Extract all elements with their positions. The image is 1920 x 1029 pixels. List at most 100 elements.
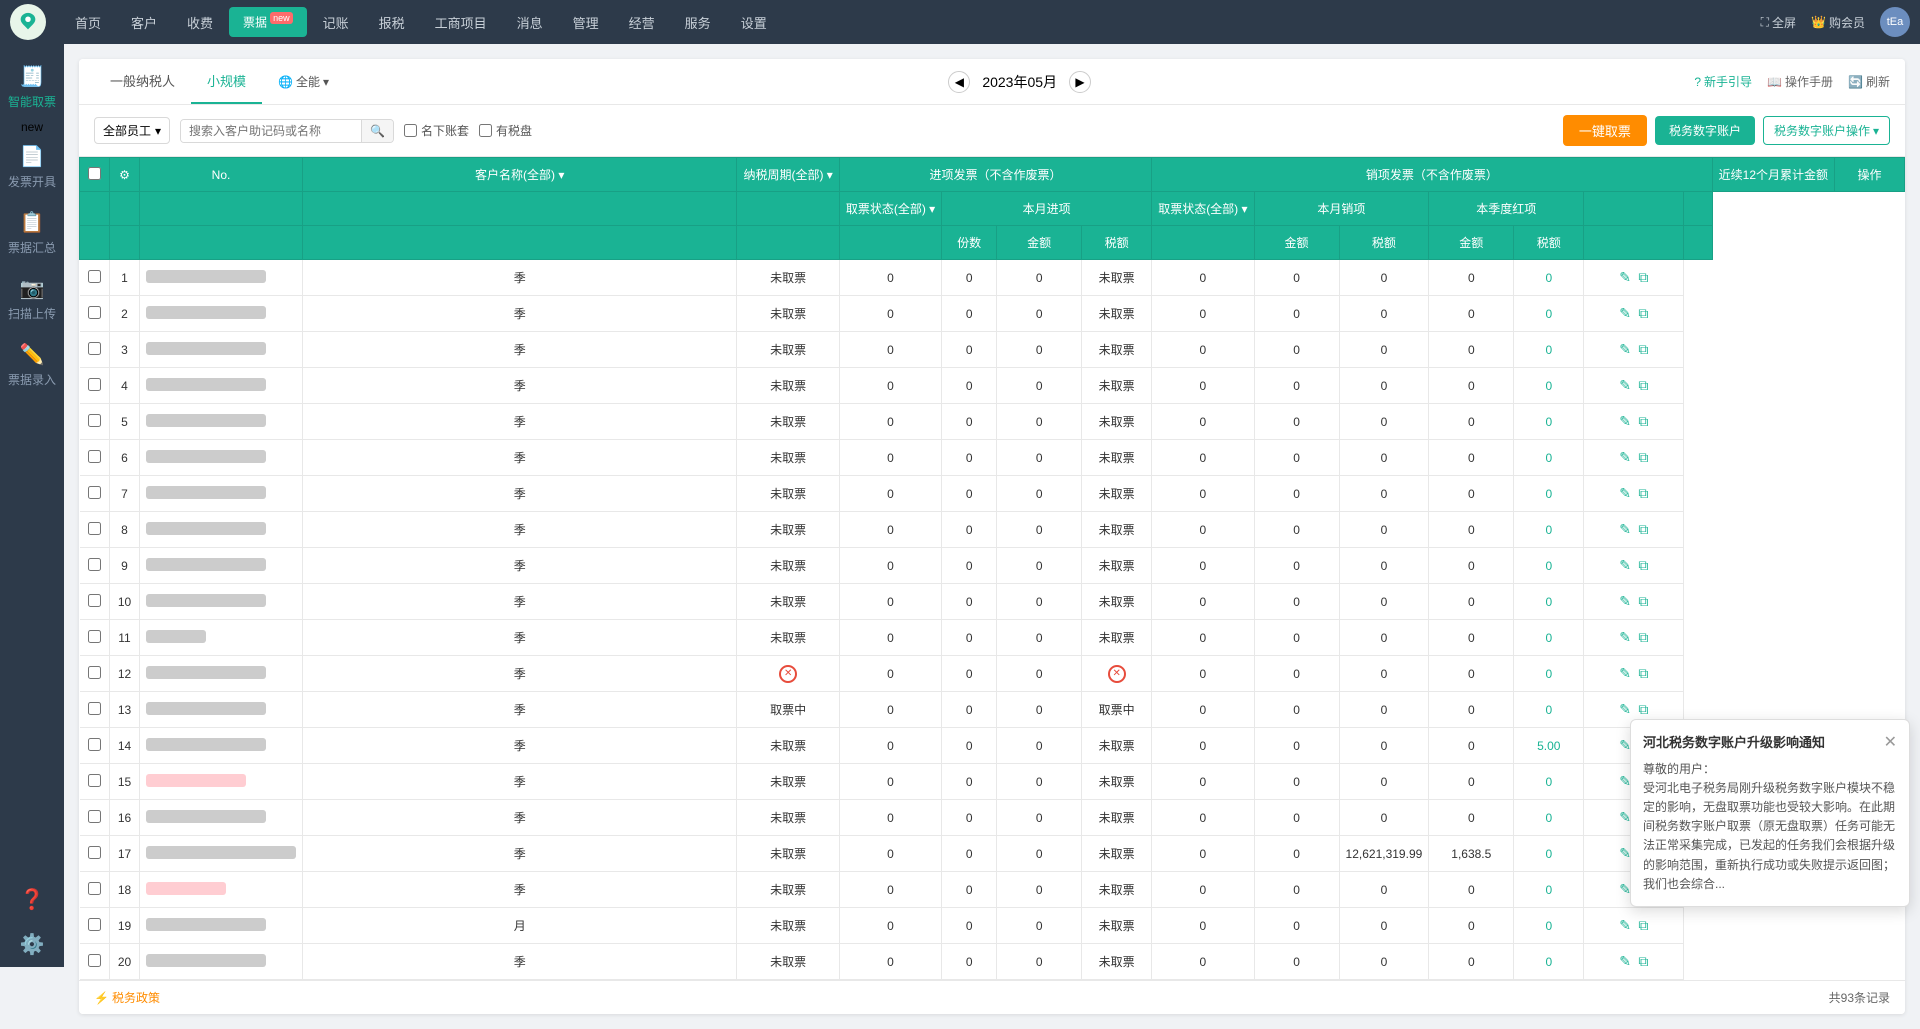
edit-btn[interactable]: ✎ bbox=[1617, 303, 1633, 324]
row-checkbox-cell[interactable] bbox=[80, 332, 110, 368]
nav-item-tax[interactable]: 报税 bbox=[365, 7, 419, 38]
tax-disk-checkbox[interactable] bbox=[479, 124, 492, 137]
copy-btn[interactable]: ⧉ bbox=[1636, 447, 1650, 468]
copy-btn[interactable]: ⧉ bbox=[1636, 699, 1650, 720]
employee-filter[interactable]: 全部员工 ▾ bbox=[94, 117, 170, 144]
copy-btn[interactable]: ⧉ bbox=[1636, 555, 1650, 576]
row-checkbox-cell[interactable] bbox=[80, 872, 110, 908]
row-ops-cell[interactable]: ✎ ⧉ bbox=[1584, 944, 1684, 980]
row-checkbox[interactable] bbox=[88, 558, 101, 571]
row-checkbox-cell[interactable] bbox=[80, 944, 110, 980]
tax-digital-ops-btn[interactable]: 税务数字账户操作 ▾ bbox=[1763, 116, 1890, 145]
row-checkbox[interactable] bbox=[88, 738, 101, 751]
row-checkbox[interactable] bbox=[88, 450, 101, 463]
row-ops-cell[interactable]: ✎ ⧉ bbox=[1584, 368, 1684, 404]
row-checkbox[interactable] bbox=[88, 486, 101, 499]
new-guide-link[interactable]: ? 新手引导 bbox=[1694, 73, 1752, 90]
row-checkbox-cell[interactable] bbox=[80, 620, 110, 656]
nav-item-ticket[interactable]: 票据new bbox=[229, 7, 307, 36]
sidebar-item-gear[interactable]: ⚙️ bbox=[0, 922, 64, 967]
copy-btn[interactable]: ⧉ bbox=[1636, 375, 1650, 396]
sidebar-item-ticket-summary[interactable]: 📋 票据汇总 bbox=[0, 200, 64, 266]
row-checkbox[interactable] bbox=[88, 378, 101, 391]
row-checkbox-cell[interactable] bbox=[80, 728, 110, 764]
copy-btn[interactable]: ⧉ bbox=[1636, 591, 1650, 612]
sidebar-item-smart-ticket[interactable]: 🧾 智能取票 bbox=[0, 54, 64, 120]
subledger-checkbox-label[interactable]: 名下账套 bbox=[404, 122, 469, 139]
sidebar-item-invoice-issue[interactable]: 📄 发票开具 bbox=[0, 134, 64, 200]
edit-btn[interactable]: ✎ bbox=[1617, 519, 1633, 540]
fullscreen-btn[interactable]: ⛶ 全屏 bbox=[1761, 14, 1796, 31]
tax-policy-link[interactable]: ⚡ 税务政策 bbox=[94, 989, 160, 1006]
th-take-status-out[interactable]: 取票状态(全部) ▾ bbox=[1152, 192, 1254, 226]
row-checkbox[interactable] bbox=[88, 342, 101, 355]
row-ops-cell[interactable]: ✎ ⧉ bbox=[1584, 404, 1684, 440]
nav-item-message[interactable]: 消息 bbox=[503, 7, 557, 38]
edit-btn[interactable]: ✎ bbox=[1617, 951, 1633, 972]
row-checkbox-cell[interactable] bbox=[80, 584, 110, 620]
row-ops-cell[interactable]: ✎ ⧉ bbox=[1584, 512, 1684, 548]
next-period-btn[interactable]: ▶ bbox=[1069, 71, 1091, 93]
tab-all[interactable]: 🌐 全能 ▾ bbox=[262, 61, 345, 102]
popup-close-btn[interactable]: ✕ bbox=[1884, 732, 1897, 752]
manual-link[interactable]: 📖 操作手册 bbox=[1767, 73, 1833, 90]
row-checkbox[interactable] bbox=[88, 306, 101, 319]
row-checkbox[interactable] bbox=[88, 810, 101, 823]
row-checkbox[interactable] bbox=[88, 954, 101, 967]
th-settings[interactable]: ⚙ bbox=[110, 158, 140, 192]
prev-period-btn[interactable]: ◀ bbox=[948, 71, 970, 93]
edit-btn[interactable]: ✎ bbox=[1617, 483, 1633, 504]
tax-disk-checkbox-label[interactable]: 有税盘 bbox=[479, 122, 532, 139]
nav-item-settings[interactable]: 设置 bbox=[727, 7, 781, 38]
row-checkbox-cell[interactable] bbox=[80, 800, 110, 836]
row-checkbox[interactable] bbox=[88, 594, 101, 607]
row-ops-cell[interactable]: ✎ ⧉ bbox=[1584, 908, 1684, 944]
tax-digital-btn[interactable]: 税务数字账户 bbox=[1655, 116, 1755, 145]
row-checkbox-cell[interactable] bbox=[80, 440, 110, 476]
row-checkbox[interactable] bbox=[88, 630, 101, 643]
copy-btn[interactable]: ⧉ bbox=[1636, 339, 1650, 360]
edit-btn[interactable]: ✎ bbox=[1617, 591, 1633, 612]
edit-btn[interactable]: ✎ bbox=[1617, 375, 1633, 396]
edit-btn[interactable]: ✎ bbox=[1617, 411, 1633, 432]
row-checkbox[interactable] bbox=[88, 882, 101, 895]
row-ops-cell[interactable]: ✎ ⧉ bbox=[1584, 440, 1684, 476]
nav-item-fee[interactable]: 收费 bbox=[173, 7, 227, 38]
avatar[interactable]: tEa bbox=[1880, 7, 1910, 37]
th-tax-period[interactable]: 纳税周期(全部) ▾ bbox=[737, 158, 839, 192]
row-checkbox[interactable] bbox=[88, 522, 101, 535]
row-checkbox-cell[interactable] bbox=[80, 512, 110, 548]
row-checkbox-cell[interactable] bbox=[80, 908, 110, 944]
row-checkbox[interactable] bbox=[88, 846, 101, 859]
subledger-checkbox[interactable] bbox=[404, 124, 417, 137]
th-client-name[interactable]: 客户名称(全部) ▾ bbox=[303, 158, 737, 192]
row-checkbox-cell[interactable] bbox=[80, 548, 110, 584]
edit-btn[interactable]: ✎ bbox=[1617, 447, 1633, 468]
row-checkbox-cell[interactable] bbox=[80, 476, 110, 512]
search-input[interactable] bbox=[181, 120, 361, 142]
edit-btn[interactable]: ✎ bbox=[1617, 555, 1633, 576]
row-checkbox[interactable] bbox=[88, 414, 101, 427]
row-ops-cell[interactable]: ✎ ⧉ bbox=[1584, 656, 1684, 692]
copy-btn[interactable]: ⧉ bbox=[1636, 915, 1650, 936]
row-ops-cell[interactable]: ✎ ⧉ bbox=[1584, 620, 1684, 656]
nav-item-manage[interactable]: 管理 bbox=[559, 7, 613, 38]
th-take-status-in[interactable]: 取票状态(全部) ▾ bbox=[839, 192, 941, 226]
row-checkbox-cell[interactable] bbox=[80, 296, 110, 332]
one-click-ticket-btn[interactable]: 一键取票 bbox=[1563, 115, 1647, 146]
sidebar-item-help[interactable]: ❓ bbox=[0, 877, 64, 922]
row-checkbox[interactable] bbox=[88, 774, 101, 787]
copy-btn[interactable]: ⧉ bbox=[1636, 411, 1650, 432]
edit-btn[interactable]: ✎ bbox=[1617, 915, 1633, 936]
row-ops-cell[interactable]: ✎ ⧉ bbox=[1584, 260, 1684, 296]
sidebar-item-ticket-entry[interactable]: ✏️ 票据录入 bbox=[0, 332, 64, 398]
edit-btn[interactable]: ✎ bbox=[1617, 699, 1633, 720]
th-select-all[interactable] bbox=[80, 158, 110, 192]
row-ops-cell[interactable]: ✎ ⧉ bbox=[1584, 476, 1684, 512]
row-checkbox-cell[interactable] bbox=[80, 692, 110, 728]
row-checkbox[interactable] bbox=[88, 702, 101, 715]
copy-btn[interactable]: ⧉ bbox=[1636, 519, 1650, 540]
copy-btn[interactable]: ⧉ bbox=[1636, 663, 1650, 684]
row-ops-cell[interactable]: ✎ ⧉ bbox=[1584, 548, 1684, 584]
tab-small-scale[interactable]: 小规模 bbox=[191, 59, 262, 104]
